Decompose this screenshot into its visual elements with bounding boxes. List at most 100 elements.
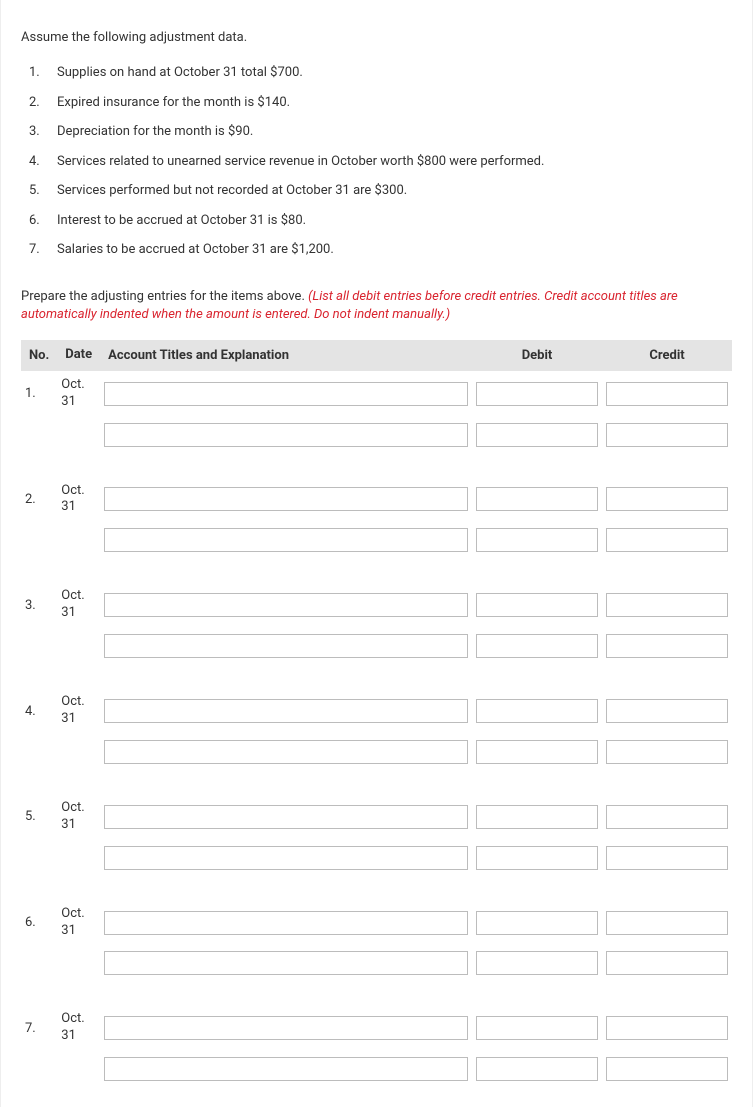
account-input[interactable]	[104, 487, 468, 511]
cell-account	[100, 945, 472, 981]
account-input[interactable]	[104, 382, 468, 406]
cell-date	[57, 1051, 100, 1087]
table-row	[21, 1051, 732, 1087]
cell-date	[57, 417, 100, 453]
cell-debit	[472, 371, 602, 417]
debit-input[interactable]	[476, 1057, 598, 1081]
debit-input[interactable]	[476, 1016, 598, 1040]
list-num: 5.	[29, 181, 57, 201]
th-no: No.	[21, 340, 57, 371]
list-num: 3.	[29, 122, 57, 142]
spacer-row	[21, 570, 732, 582]
debit-input[interactable]	[476, 423, 598, 447]
debit-input[interactable]	[476, 805, 598, 829]
cell-account	[100, 900, 472, 946]
credit-input[interactable]	[606, 528, 728, 552]
account-input[interactable]	[104, 423, 468, 447]
cell-debit	[472, 900, 602, 946]
account-input[interactable]	[104, 593, 468, 617]
cell-no: 6.	[21, 900, 57, 946]
cell-account	[100, 628, 472, 664]
cell-credit	[602, 688, 732, 734]
cell-debit	[472, 582, 602, 628]
cell-no	[21, 522, 57, 558]
credit-input[interactable]	[606, 1016, 728, 1040]
cell-no: 5.	[21, 794, 57, 840]
credit-input[interactable]	[606, 593, 728, 617]
cell-debit	[472, 417, 602, 453]
debit-input[interactable]	[476, 528, 598, 552]
cell-date: Oct.31	[57, 900, 100, 946]
cell-date	[57, 628, 100, 664]
cell-no: 7.	[21, 1005, 57, 1051]
cell-no	[21, 734, 57, 770]
debit-input[interactable]	[476, 593, 598, 617]
account-input[interactable]	[104, 846, 468, 870]
prepare-instruction: Prepare the adjusting entries for the it…	[21, 288, 732, 324]
list-num: 6.	[29, 211, 57, 231]
cell-debit	[472, 794, 602, 840]
cell-no: 1.	[21, 371, 57, 417]
cell-debit	[472, 688, 602, 734]
cell-no: 3.	[21, 582, 57, 628]
debit-input[interactable]	[476, 951, 598, 975]
debit-input[interactable]	[476, 382, 598, 406]
account-input[interactable]	[104, 699, 468, 723]
debit-input[interactable]	[476, 911, 598, 935]
cell-date	[57, 840, 100, 876]
cell-debit	[472, 734, 602, 770]
cell-debit	[472, 945, 602, 981]
cell-date: Oct.31	[57, 371, 100, 417]
credit-input[interactable]	[606, 699, 728, 723]
table-row: 4.Oct.31	[21, 688, 732, 734]
table-row: 6.Oct.31	[21, 900, 732, 946]
cell-credit	[602, 945, 732, 981]
debit-input[interactable]	[476, 487, 598, 511]
cell-credit	[602, 840, 732, 876]
list-text: Salaries to be accrued at October 31 are…	[57, 240, 334, 260]
account-input[interactable]	[104, 911, 468, 935]
spacer-row	[21, 770, 732, 782]
account-input[interactable]	[104, 805, 468, 829]
credit-input[interactable]	[606, 423, 728, 447]
account-input[interactable]	[104, 528, 468, 552]
account-input[interactable]	[104, 1016, 468, 1040]
credit-input[interactable]	[606, 951, 728, 975]
list-num: 1.	[29, 63, 57, 83]
credit-input[interactable]	[606, 805, 728, 829]
account-input[interactable]	[104, 634, 468, 658]
table-row	[21, 417, 732, 453]
spacer-row	[21, 453, 732, 465]
cell-account	[100, 522, 472, 558]
account-input[interactable]	[104, 951, 468, 975]
account-input[interactable]	[104, 740, 468, 764]
table-row	[21, 734, 732, 770]
credit-input[interactable]	[606, 487, 728, 511]
list-text: Interest to be accrued at October 31 is …	[57, 211, 306, 231]
cell-date: Oct.31	[57, 688, 100, 734]
cell-debit	[472, 522, 602, 558]
cell-account	[100, 734, 472, 770]
credit-input[interactable]	[606, 382, 728, 406]
intro-text: Assume the following adjustment data.	[21, 30, 732, 45]
spacer-row	[21, 664, 732, 676]
cell-debit	[472, 477, 602, 523]
cell-credit	[602, 1051, 732, 1087]
credit-input[interactable]	[606, 911, 728, 935]
cell-account	[100, 1005, 472, 1051]
th-date: Date	[57, 340, 100, 371]
cell-account	[100, 477, 472, 523]
credit-input[interactable]	[606, 846, 728, 870]
credit-input[interactable]	[606, 1057, 728, 1081]
spacer-row	[21, 993, 732, 1005]
table-row	[21, 945, 732, 981]
account-input[interactable]	[104, 1057, 468, 1081]
debit-input[interactable]	[476, 634, 598, 658]
list-num: 7.	[29, 240, 57, 260]
debit-input[interactable]	[476, 699, 598, 723]
table-row: 3.Oct.31	[21, 582, 732, 628]
credit-input[interactable]	[606, 634, 728, 658]
credit-input[interactable]	[606, 740, 728, 764]
debit-input[interactable]	[476, 740, 598, 764]
debit-input[interactable]	[476, 846, 598, 870]
